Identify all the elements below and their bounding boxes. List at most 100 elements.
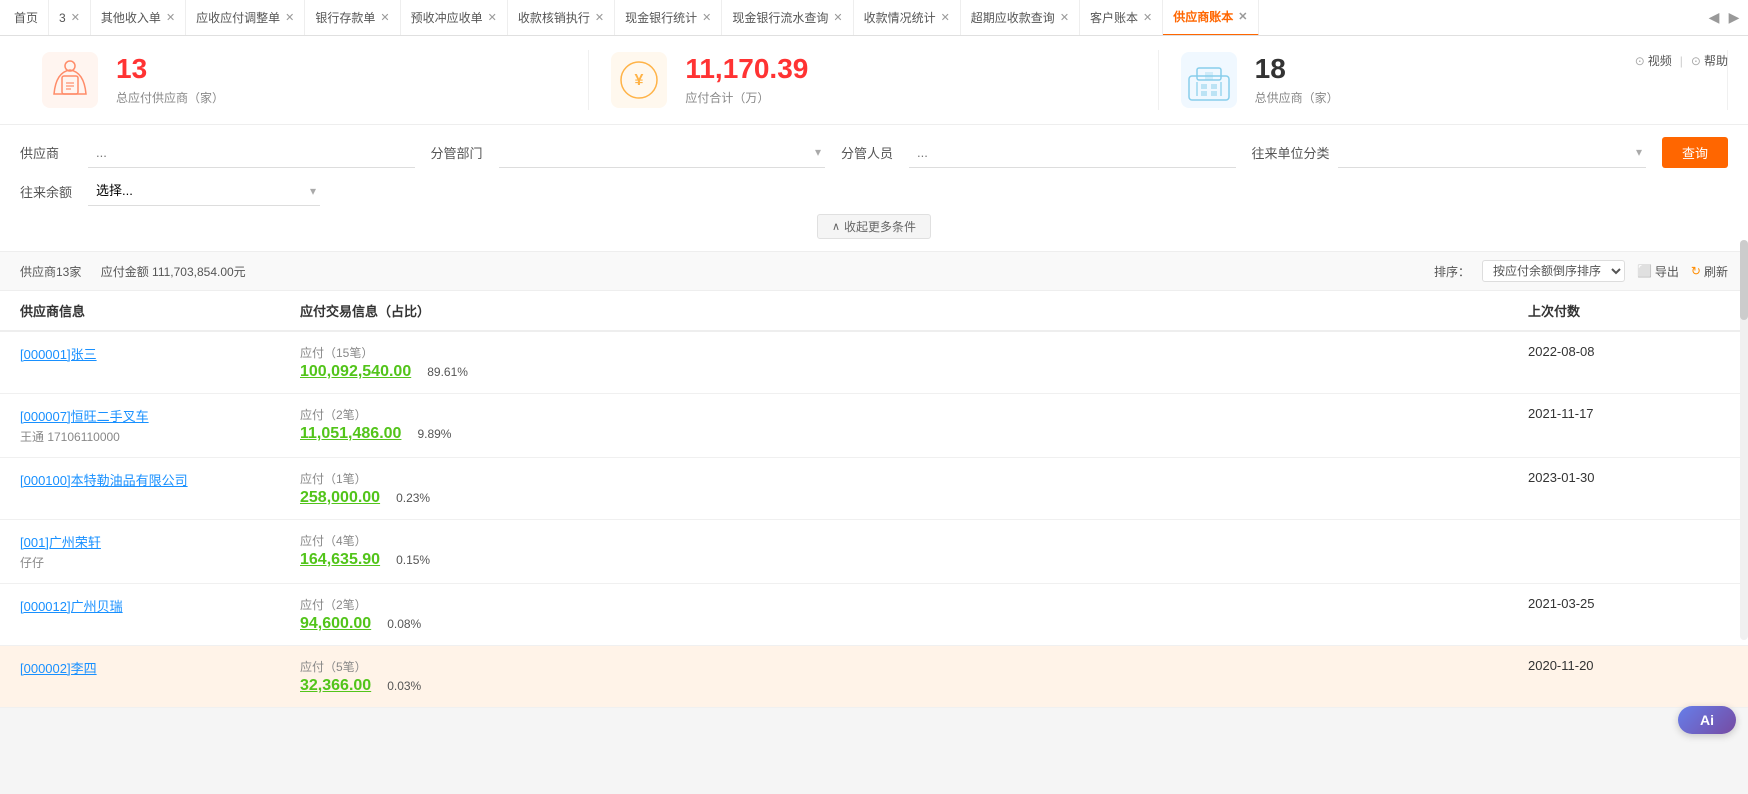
nav-tab-cash-bank-query[interactable]: 现金银行流水查询 ✕ <box>722 0 853 36</box>
filter-row-2: 往来余额 选择... ▾ <box>20 176 1728 206</box>
nav-tab-receipt-stat[interactable]: 收款情况统计 ✕ <box>854 0 961 36</box>
col-header-last-pay: 上次付数 <box>1528 301 1728 320</box>
close-tab-cash-bank-query[interactable]: ✕ <box>833 11 842 24</box>
supplier-link-000100[interactable]: [000100]本特勒油品有限公司 <box>20 473 188 488</box>
person-filter-input[interactable] <box>909 138 1236 168</box>
scroll-thumb[interactable] <box>1740 240 1748 320</box>
filter-dept: 分管部门 ▾ <box>431 138 826 168</box>
supplier-link-001[interactable]: [001]广州荣轩 <box>20 535 101 550</box>
sort-select[interactable]: 按应付余额倒序排序 按应付余额升序排序 <box>1482 260 1625 282</box>
transaction-info-000012: 应付（2笔） 94,600.00 0.08% <box>300 596 1528 633</box>
trans-amount-000001[interactable]: 100,092,540.00 <box>300 363 411 381</box>
nav-tab-ar-ap-adjust-label: 应收应付调整单 <box>196 9 280 26</box>
stat-block-ap-amount: ¥ 11,170.39 应付合计（万） <box>589 50 1158 110</box>
dept-filter-select[interactable] <box>507 145 818 160</box>
supplier-link-000007[interactable]: [000007]恒旺二手叉车 <box>20 409 149 424</box>
last-pay-cell-000007: 2021-11-17 <box>1528 406 1728 421</box>
nav-tab-overdue-ar[interactable]: 超期应收款查询 ✕ <box>961 0 1080 36</box>
collapse-button[interactable]: ∧ 收起更多条件 <box>817 214 931 239</box>
close-tab-customer-book[interactable]: ✕ <box>1143 11 1152 24</box>
close-tab-supplier-book[interactable]: ✕ <box>1238 10 1247 23</box>
transaction-info-000100: 应付（1笔） 258,000.00 0.23% <box>300 470 1528 507</box>
nav-arrows: ◀ ▶ <box>1704 0 1744 36</box>
close-tab-receipt-stat[interactable]: ✕ <box>941 11 950 24</box>
nav-tab-overdue-ar-label: 超期应收款查询 <box>971 9 1055 26</box>
nav-tab-3[interactable]: 3 ✕ <box>49 0 91 36</box>
video-link[interactable]: 视频 <box>1648 52 1672 69</box>
table-row[interactable]: [000001]张三 应付（15笔） 100,092,540.00 89.61%… <box>0 332 1748 394</box>
trans-row-000001: 100,092,540.00 89.61% <box>300 363 1528 381</box>
last-pay-date-000002: 2020-11-20 <box>1528 658 1594 673</box>
table-row[interactable]: [000100]本特勒油品有限公司 应付（1笔） 258,000.00 0.23… <box>0 458 1748 520</box>
nav-tab-prepaid[interactable]: 预收冲应收单 ✕ <box>401 0 508 36</box>
close-tab-cash-bank-stat[interactable]: ✕ <box>702 11 711 24</box>
close-tab-prepaid[interactable]: ✕ <box>488 11 497 24</box>
nav-tab-customer-book[interactable]: 客户账本 ✕ <box>1080 0 1163 36</box>
ap-suppliers-number: 13 <box>116 54 224 85</box>
transaction-info-000007: 应付（2笔） 11,051,486.00 9.89% <box>300 406 1528 443</box>
table-row[interactable]: [000012]广州贝瑞 应付（2笔） 94,600.00 0.08% 2021… <box>0 584 1748 646</box>
balance-filter-select[interactable]: 选择... <box>96 183 312 198</box>
nav-tab-bank-deposit[interactable]: 银行存款单 ✕ <box>305 0 400 36</box>
result-bar: 供应商13家 应付金额 111,703,854.00元 排序： 按应付余额倒序排… <box>0 252 1748 291</box>
scroll-indicator <box>1740 240 1748 640</box>
close-tab-other-income[interactable]: ✕ <box>166 11 175 24</box>
result-actions: 排序： 按应付余额倒序排序 按应付余额升序排序 ⬜ 导出 ↻ 刷新 <box>1434 260 1728 282</box>
filter-category: 往来单位分类 ▾ <box>1252 138 1647 168</box>
nav-tab-receipt-exec[interactable]: 收款核销执行 ✕ <box>508 0 615 36</box>
table-row[interactable]: [000007]恒旺二手叉车 王通 17106110000 应付（2笔） 11,… <box>0 394 1748 458</box>
search-button[interactable]: 查询 <box>1662 137 1728 168</box>
supplier-filter-input[interactable] <box>88 138 415 168</box>
transaction-cell-000002: 应付（5笔） 32,366.00 0.03% <box>300 658 1528 695</box>
table-row[interactable]: [001]广州荣轩 仔仔 应付（4笔） 164,635.90 0.15% <box>0 520 1748 584</box>
trans-label-000002: 应付（5笔） <box>300 658 1528 675</box>
dept-filter-select-wrapper: ▾ <box>499 138 826 168</box>
trans-amount-000012[interactable]: 94,600.00 <box>300 615 371 633</box>
nav-tab-home[interactable]: 首页 <box>4 0 49 36</box>
supplier-sub-000007: 王通 17106110000 <box>20 428 300 445</box>
ap-amount-label: 应付合计（万） <box>685 89 808 106</box>
close-tab-overdue-ar[interactable]: ✕ <box>1060 11 1069 24</box>
nav-tab-bank-deposit-label: 银行存款单 <box>315 9 375 26</box>
nav-left-arrow[interactable]: ◀ <box>1704 0 1724 36</box>
trans-row-000007: 11,051,486.00 9.89% <box>300 425 1528 443</box>
close-tab-bank-deposit[interactable]: ✕ <box>380 11 389 24</box>
nav-tab-receipt-exec-label: 收款核销执行 <box>518 9 590 26</box>
supplier-link-000001[interactable]: [000001]张三 <box>20 347 97 362</box>
export-button[interactable]: ⬜ 导出 <box>1637 263 1679 280</box>
transaction-cell-000100: 应付（1笔） 258,000.00 0.23% <box>300 470 1528 507</box>
nav-tab-prepaid-label: 预收冲应收单 <box>411 9 483 26</box>
help-link[interactable]: 帮助 <box>1704 52 1728 69</box>
supplier-link-000012[interactable]: [000012]广州贝瑞 <box>20 599 123 614</box>
category-filter-select[interactable] <box>1346 145 1638 160</box>
supplier-cell-001: [001]广州荣轩 仔仔 <box>20 532 300 571</box>
supplier-link-000002[interactable]: [000002]李四 <box>20 661 97 676</box>
refresh-button[interactable]: ↻ 刷新 <box>1691 263 1728 280</box>
table-row[interactable]: [000002]李四 应付（5笔） 32,366.00 0.03% 2020-1… <box>0 646 1748 708</box>
nav-tab-receipt-stat-label: 收款情况统计 <box>864 9 936 26</box>
filter-row-1: 供应商 分管部门 ▾ 分管人员 往来单位分类 ▾ <box>20 137 1728 168</box>
nav-tab-cash-bank-stat[interactable]: 现金银行统计 ✕ <box>615 0 722 36</box>
nav-tab-other-income[interactable]: 其他收入单 ✕ <box>91 0 186 36</box>
filter-person: 分管人员 <box>841 138 1236 168</box>
trans-amount-000100[interactable]: 258,000.00 <box>300 489 380 507</box>
col-header-supplier: 供应商信息 <box>20 301 300 320</box>
trans-percent-001: 0.15% <box>396 553 430 567</box>
trans-amount-000002[interactable]: 32,366.00 <box>300 677 371 695</box>
last-pay-cell-000100: 2023-01-30 <box>1528 470 1728 485</box>
refresh-icon: ↻ <box>1691 264 1701 278</box>
nav-tab-ar-ap-adjust[interactable]: 应收应付调整单 ✕ <box>186 0 305 36</box>
trans-amount-000007[interactable]: 11,051,486.00 <box>300 425 401 443</box>
close-tab-receipt-exec[interactable]: ✕ <box>595 11 604 24</box>
total-suppliers-label: 总供应商（家） <box>1255 89 1339 106</box>
trans-label-000001: 应付（15笔） <box>300 344 1528 361</box>
supplier-cell-000007: [000007]恒旺二手叉车 王通 17106110000 <box>20 406 300 445</box>
nav-right-arrow[interactable]: ▶ <box>1724 0 1744 36</box>
ai-bubble[interactable]: Ai <box>1678 706 1736 734</box>
trans-percent-000002: 0.03% <box>387 679 421 693</box>
trans-amount-001[interactable]: 164,635.90 <box>300 551 380 569</box>
nav-tab-other-income-label: 其他收入单 <box>101 9 161 26</box>
close-tab-3[interactable]: ✕ <box>71 11 80 24</box>
close-tab-ar-ap-adjust[interactable]: ✕ <box>285 11 294 24</box>
nav-tab-supplier-book[interactable]: 供应商账本 ✕ <box>1163 0 1258 36</box>
